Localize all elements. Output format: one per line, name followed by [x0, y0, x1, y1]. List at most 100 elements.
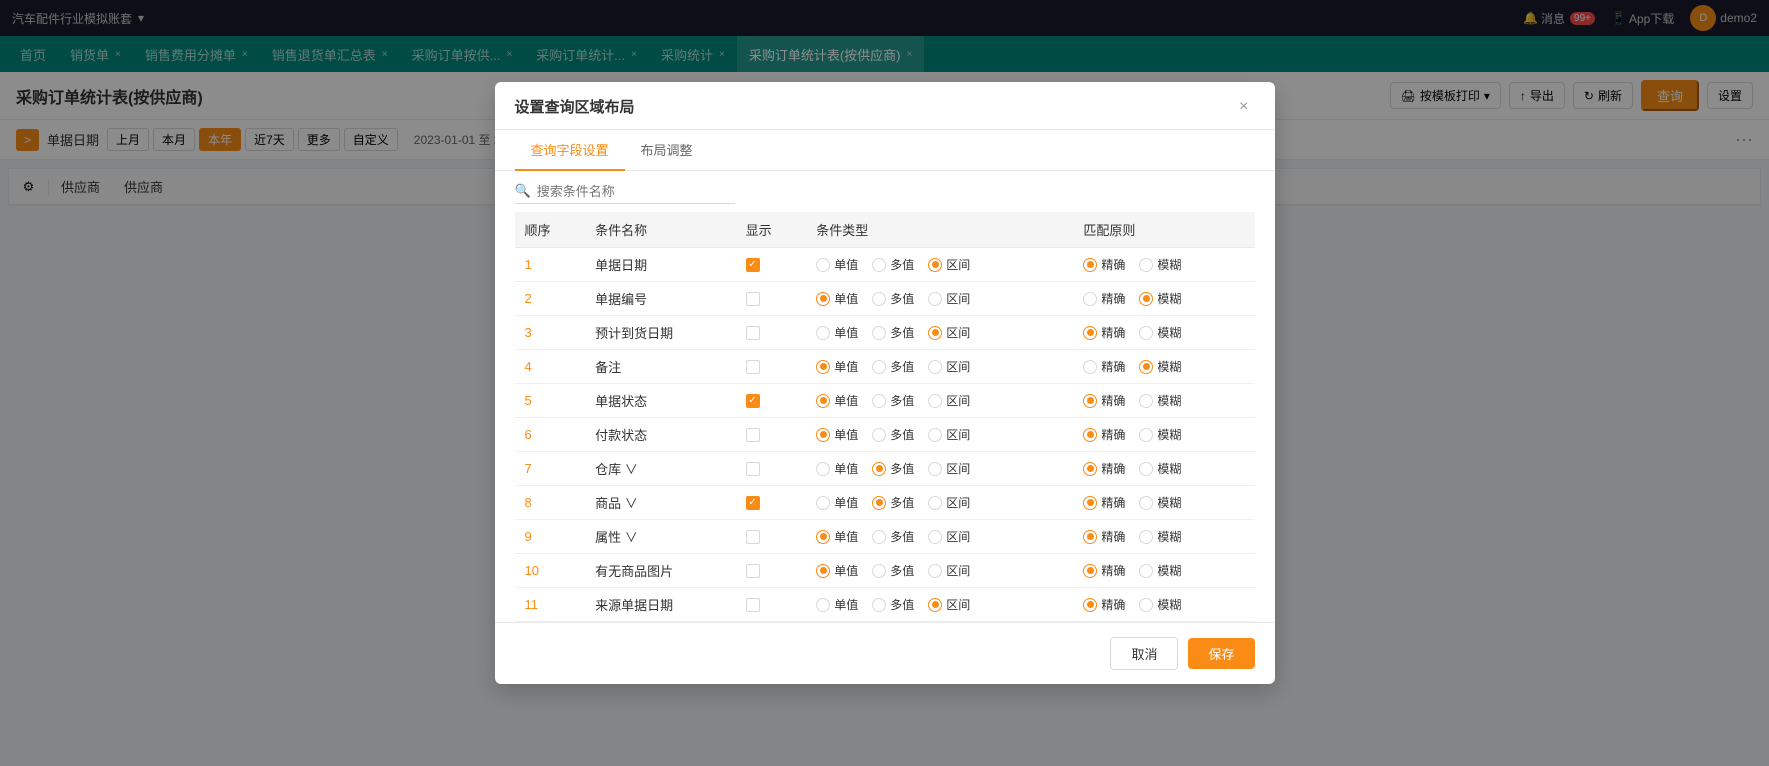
type-radio-item[interactable]: 区间: [928, 256, 970, 273]
row-display[interactable]: [736, 588, 807, 622]
row-display[interactable]: [736, 316, 807, 350]
radio-label: 模糊: [1157, 460, 1181, 477]
match-radio-item[interactable]: 模糊: [1139, 256, 1181, 273]
match-radio-item[interactable]: 精确: [1083, 562, 1125, 579]
type-radio-item[interactable]: 区间: [928, 460, 970, 477]
row-display[interactable]: [736, 418, 807, 452]
match-radio-item[interactable]: 精确: [1083, 528, 1125, 545]
modal-tab-layout-adjust-label: 布局调整: [641, 143, 693, 158]
radio-dot: [928, 292, 942, 306]
match-radio-item[interactable]: 模糊: [1139, 358, 1181, 375]
row-display[interactable]: [736, 384, 807, 418]
row-display[interactable]: [736, 248, 807, 282]
save-button[interactable]: 保存: [1188, 638, 1254, 669]
type-radio-item[interactable]: 多值: [872, 358, 914, 375]
modal-tab-query-fields[interactable]: 查询字段设置: [515, 130, 625, 171]
row-display[interactable]: [736, 282, 807, 316]
type-radio-item[interactable]: 区间: [928, 358, 970, 375]
modal-close-button[interactable]: ×: [1233, 97, 1254, 117]
row-display[interactable]: [736, 554, 807, 588]
type-radio-item[interactable]: 多值: [872, 290, 914, 307]
type-radio-item[interactable]: 多值: [872, 256, 914, 273]
match-radio-item[interactable]: 模糊: [1139, 460, 1181, 477]
type-radio-item[interactable]: 多值: [872, 528, 914, 545]
type-radio-item[interactable]: 单值: [816, 290, 858, 307]
display-checkbox[interactable]: [746, 428, 760, 442]
match-radio-item[interactable]: 精确: [1083, 256, 1125, 273]
row-num: 7: [525, 461, 532, 476]
display-checkbox[interactable]: [746, 564, 760, 578]
match-radio-item[interactable]: 精确: [1083, 358, 1125, 375]
match-radio-item[interactable]: 精确: [1083, 494, 1125, 511]
type-radio-item[interactable]: 单值: [816, 562, 858, 579]
display-checkbox[interactable]: [746, 292, 760, 306]
match-radio-item[interactable]: 精确: [1083, 392, 1125, 409]
type-radio-item[interactable]: 单值: [816, 358, 858, 375]
display-checkbox[interactable]: [746, 326, 760, 340]
search-input[interactable]: [537, 184, 717, 199]
cancel-button[interactable]: 取消: [1110, 637, 1178, 670]
radio-label: 区间: [946, 494, 970, 511]
radio-label: 单值: [834, 256, 858, 273]
type-radio-item[interactable]: 多值: [872, 562, 914, 579]
type-radio-item[interactable]: 单值: [816, 460, 858, 477]
display-checkbox[interactable]: [746, 360, 760, 374]
display-checkbox[interactable]: [746, 598, 760, 612]
match-radio-item[interactable]: 精确: [1083, 324, 1125, 341]
type-radio-item[interactable]: 区间: [928, 528, 970, 545]
type-radio-item[interactable]: 单值: [816, 256, 858, 273]
display-checkbox[interactable]: [746, 496, 760, 510]
display-checkbox[interactable]: [746, 394, 760, 408]
type-radio-item[interactable]: 多值: [872, 460, 914, 477]
display-checkbox[interactable]: [746, 530, 760, 544]
type-radio-item[interactable]: 单值: [816, 426, 858, 443]
type-radio-item[interactable]: 区间: [928, 290, 970, 307]
type-radio-item[interactable]: 单值: [816, 392, 858, 409]
match-radio-item[interactable]: 模糊: [1139, 324, 1181, 341]
match-radio-item[interactable]: 模糊: [1139, 426, 1181, 443]
display-checkbox[interactable]: [746, 462, 760, 476]
row-order: 4: [515, 350, 586, 384]
type-radio-item[interactable]: 单值: [816, 324, 858, 341]
radio-dot: [1139, 292, 1153, 306]
match-radio-item[interactable]: 模糊: [1139, 562, 1181, 579]
type-radio-item[interactable]: 区间: [928, 392, 970, 409]
radio-label: 区间: [946, 426, 970, 443]
type-radio-item[interactable]: 单值: [816, 494, 858, 511]
match-radio-item[interactable]: 精确: [1083, 596, 1125, 613]
row-display[interactable]: [736, 520, 807, 554]
match-radio-item[interactable]: 模糊: [1139, 494, 1181, 511]
type-radio-item[interactable]: 多值: [872, 324, 914, 341]
match-radio-group: 精确模糊: [1083, 426, 1244, 443]
type-radio-item[interactable]: 多值: [872, 494, 914, 511]
match-radio-item[interactable]: 模糊: [1139, 596, 1181, 613]
radio-dot: [928, 394, 942, 408]
type-radio-item[interactable]: 单值: [816, 528, 858, 545]
app-layout: 汽车配件行业模拟账套 ▾ 🔔 消息 99+ 📱 App下载 D demo2 首页…: [0, 0, 1769, 766]
type-radio-item[interactable]: 区间: [928, 426, 970, 443]
type-radio-item[interactable]: 多值: [872, 392, 914, 409]
match-radio-item[interactable]: 模糊: [1139, 290, 1181, 307]
match-radio-item[interactable]: 精确: [1083, 290, 1125, 307]
row-display[interactable]: [736, 486, 807, 520]
row-display[interactable]: [736, 452, 807, 486]
type-radio-item[interactable]: 区间: [928, 324, 970, 341]
match-radio-item[interactable]: 模糊: [1139, 392, 1181, 409]
radio-dot: [1083, 598, 1097, 612]
match-radio-item[interactable]: 精确: [1083, 426, 1125, 443]
match-radio-item[interactable]: 精确: [1083, 460, 1125, 477]
type-radio-item[interactable]: 区间: [928, 494, 970, 511]
match-radio-item[interactable]: 模糊: [1139, 528, 1181, 545]
type-radio-item[interactable]: 单值: [816, 596, 858, 613]
modal-tab-layout-adjust[interactable]: 布局调整: [625, 130, 709, 171]
radio-label: 多值: [890, 596, 914, 613]
type-radio-item[interactable]: 区间: [928, 562, 970, 579]
type-radio-item[interactable]: 多值: [872, 426, 914, 443]
display-checkbox[interactable]: [746, 258, 760, 272]
row-order: 9: [515, 520, 586, 554]
type-radio-item[interactable]: 多值: [872, 596, 914, 613]
type-radio-item[interactable]: 区间: [928, 596, 970, 613]
row-display[interactable]: [736, 350, 807, 384]
modal-header: 设置查询区域布局 ×: [495, 82, 1275, 130]
radio-dot: [816, 326, 830, 340]
